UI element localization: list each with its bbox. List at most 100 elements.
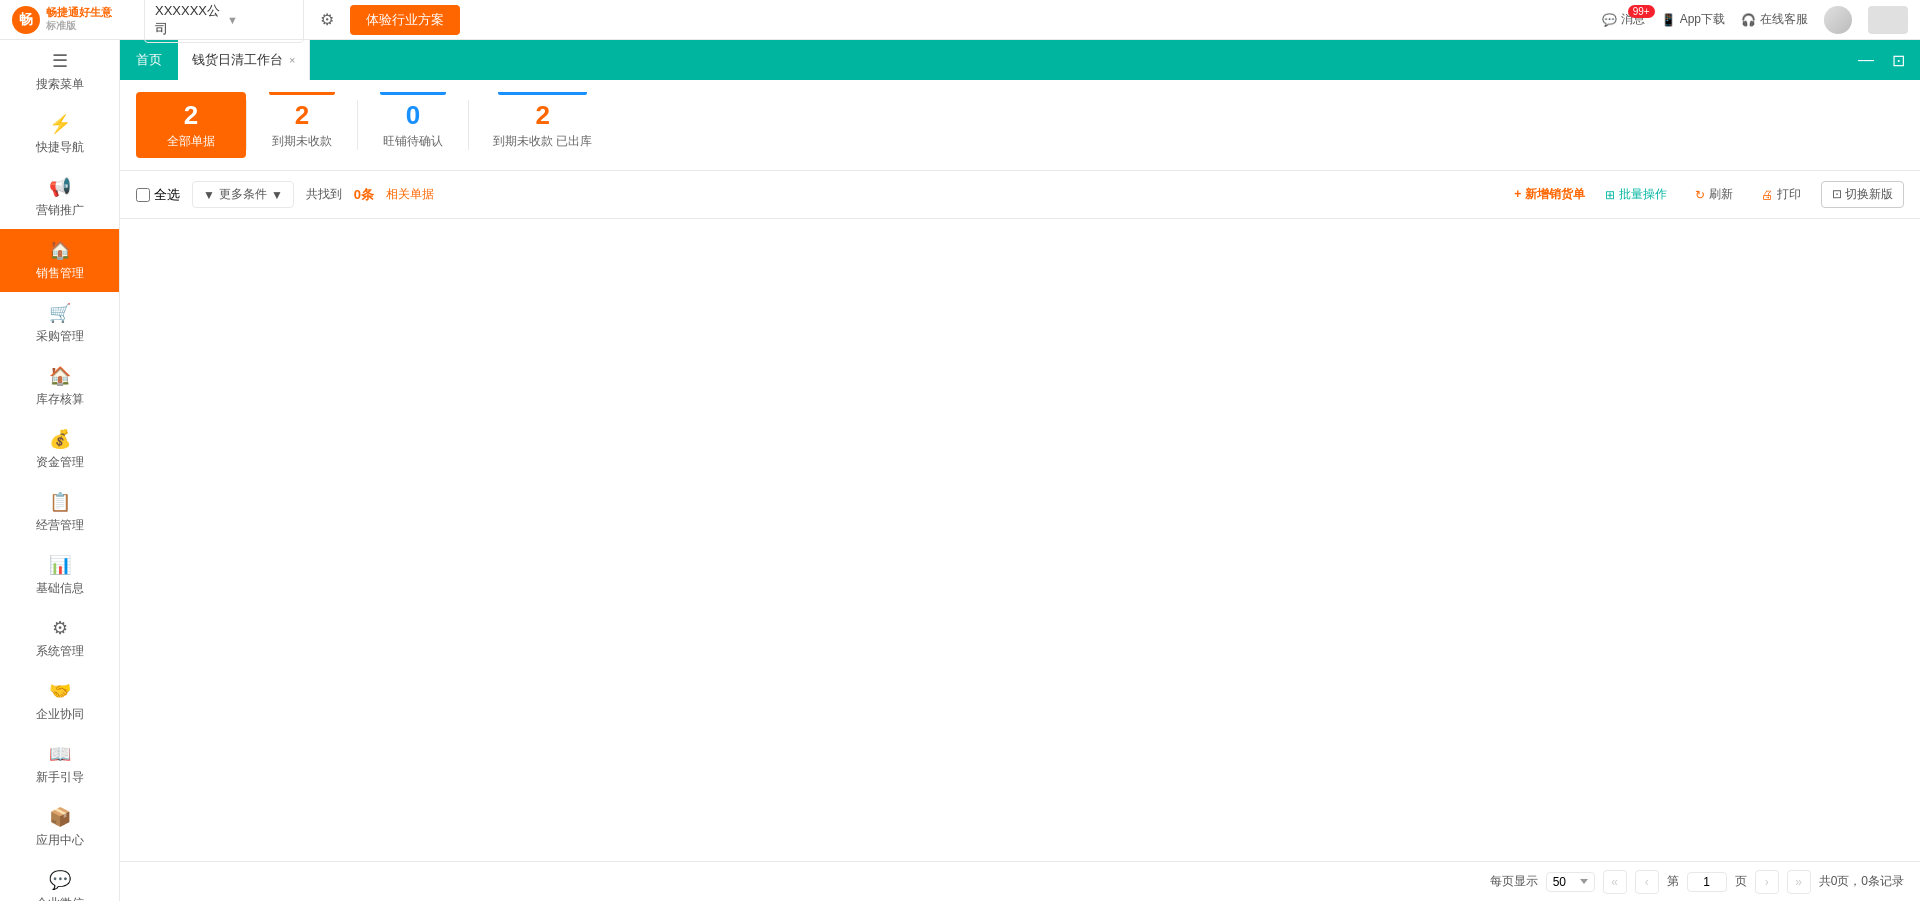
- message-button[interactable]: 💬 消息 99+: [1602, 11, 1645, 28]
- refresh-button[interactable]: ↻ 刷新: [1687, 182, 1741, 207]
- print-icon: 🖨: [1761, 188, 1773, 202]
- avatar[interactable]: [1824, 6, 1852, 34]
- last-page-button[interactable]: »: [1787, 870, 1811, 894]
- app-download-button[interactable]: 📱 App下载: [1661, 11, 1725, 28]
- per-page-select[interactable]: 50 20 100: [1546, 872, 1595, 892]
- tab-qianhuoringjing[interactable]: 钱货日清工作台 ×: [178, 40, 310, 80]
- card-border-2: [380, 92, 446, 95]
- experience-button[interactable]: 体验行业方案: [350, 5, 460, 35]
- online-service-label: 在线客服: [1760, 11, 1808, 28]
- per-page-label: 每页显示: [1490, 873, 1538, 890]
- sidebar-label-system: 系统管理: [36, 643, 84, 660]
- service-icon: 🎧: [1741, 13, 1756, 27]
- settings-button[interactable]: ⚙: [312, 5, 342, 35]
- sidebar-item-purchase[interactable]: 🛒采购管理: [0, 292, 119, 355]
- online-service-button[interactable]: 🎧 在线客服: [1741, 11, 1808, 28]
- company-name: XXXXXX公司: [155, 2, 221, 38]
- phone-icon: 📱: [1661, 13, 1676, 27]
- sidebar-item-finance[interactable]: 💰资金管理: [0, 418, 119, 481]
- sidebar-label-operations: 经营管理: [36, 517, 84, 534]
- total-text: 共0页，0条记录: [1819, 873, 1904, 890]
- table-area: [120, 219, 1920, 861]
- gear-icon: ⚙: [320, 10, 334, 29]
- sidebar-icon-search-menu: ☰: [52, 50, 68, 72]
- switch-version-button[interactable]: ⊡ 切换新版: [1821, 181, 1904, 208]
- sidebar-item-app-center[interactable]: 📦 应用中心: [0, 796, 119, 859]
- message-icon: 💬: [1602, 13, 1617, 27]
- more-filter-button[interactable]: ▼ 更多条件 ▼: [192, 181, 294, 208]
- card-number-0: 2: [184, 100, 198, 131]
- layout: ☰ 搜索菜单 ⚡ 快捷导航 📢营销推广🏠销售管理🛒采购管理🏠库存核算💰资金管理📋经营管理…: [0, 40, 1920, 901]
- prev-page-button[interactable]: ‹: [1635, 870, 1659, 894]
- sidebar-item-quick-nav[interactable]: ⚡ 快捷导航: [0, 103, 119, 166]
- sidebar-icon-cooperation: 🤝: [49, 680, 71, 702]
- user-name-area: [1868, 6, 1908, 34]
- company-selector[interactable]: XXXXXX公司 ▼: [144, 0, 304, 43]
- page-suffix: 页: [1735, 873, 1747, 890]
- card-label-0: 全部单据: [167, 133, 215, 150]
- sidebar-item-system[interactable]: ⚙ 系统管理: [0, 607, 119, 670]
- right-area: 首页 钱货日清工作台 × — ⊡ 2 全部单据 2 到期未收款 0 旺: [120, 40, 1920, 901]
- select-all-checkbox[interactable]: [136, 188, 150, 202]
- sidebar-item-sales[interactable]: 🏠销售管理: [0, 229, 119, 292]
- main-content: 2 全部单据 2 到期未收款 0 旺铺待确认 2 到期未收款 已出库 全选 ▼: [120, 80, 1920, 901]
- related-link[interactable]: 相关单据: [386, 186, 434, 203]
- next-page-button[interactable]: ›: [1755, 870, 1779, 894]
- sidebar-item-guide[interactable]: 📖新手引导: [0, 733, 119, 796]
- toolbar-right: + 新增销货单 ⊞ 批量操作 ↻ 刷新 🖨 打印 ⊡: [1514, 181, 1904, 208]
- sidebar-label-search-menu: 搜索菜单: [36, 76, 84, 93]
- summary-card-1[interactable]: 2 到期未收款: [247, 92, 357, 158]
- summary-card-0[interactable]: 2 全部单据: [136, 92, 246, 158]
- refresh-label: 刷新: [1709, 186, 1733, 203]
- card-label-2: 旺铺待确认: [383, 133, 443, 150]
- sidebar-item-wechat[interactable]: 💬 企业微信: [0, 859, 119, 901]
- filter-label: 更多条件: [219, 186, 267, 203]
- sidebar: ☰ 搜索菜单 ⚡ 快捷导航 📢营销推广🏠销售管理🛒采购管理🏠库存核算💰资金管理📋经营管理…: [0, 40, 120, 901]
- select-all-area[interactable]: 全选: [136, 186, 180, 204]
- batch-button[interactable]: ⊞ 批量操作: [1597, 182, 1675, 207]
- sidebar-icon-wechat: 💬: [49, 869, 71, 891]
- logo-name: 畅捷通好生意: [46, 6, 112, 19]
- avatar-image: [1824, 6, 1852, 34]
- found-text: 共找到: [306, 186, 342, 203]
- sidebar-icon-app-center: 📦: [49, 806, 71, 828]
- tab-restore-button[interactable]: ⊡: [1884, 46, 1912, 74]
- tab-home[interactable]: 首页: [120, 40, 178, 80]
- summary-card-2[interactable]: 0 旺铺待确认: [358, 92, 468, 158]
- sidebar-icon-sales: 🏠: [49, 239, 71, 261]
- tabs-bar: 首页 钱货日清工作台 × — ⊡: [120, 40, 1920, 80]
- card-label-3: 到期未收款 已出库: [493, 133, 592, 150]
- summary-card-3[interactable]: 2 到期未收款 已出库: [469, 92, 616, 158]
- card-border-0: [158, 92, 224, 95]
- tab-label: 钱货日清工作台: [192, 51, 283, 69]
- page-input[interactable]: [1687, 872, 1727, 892]
- select-all-label: 全选: [154, 186, 180, 204]
- sidebar-item-search-menu[interactable]: ☰ 搜索菜单: [0, 40, 119, 103]
- print-button[interactable]: 🖨 打印: [1753, 182, 1809, 207]
- new-sale-button[interactable]: + 新增销货单: [1514, 186, 1584, 203]
- sidebar-item-cooperation[interactable]: 🤝企业协同: [0, 670, 119, 733]
- sidebar-item-inventory[interactable]: 🏠库存核算: [0, 355, 119, 418]
- sidebar-item-base-info[interactable]: 📊基础信息: [0, 544, 119, 607]
- tab-close-icon[interactable]: ×: [289, 54, 295, 66]
- sidebar-icon-finance: 💰: [49, 428, 71, 450]
- message-badge: 99+: [1628, 5, 1655, 18]
- sidebar-label-wechat: 企业微信: [36, 895, 84, 901]
- sidebar-icon-guide: 📖: [49, 743, 71, 765]
- sidebar-item-operations[interactable]: 📋经营管理: [0, 481, 119, 544]
- sidebar-icon-system: ⚙: [52, 617, 68, 639]
- sidebar-item-marketing[interactable]: 📢营销推广: [0, 166, 119, 229]
- sidebar-label-app-center: 应用中心: [36, 832, 84, 849]
- summary-cards: 2 全部单据 2 到期未收款 0 旺铺待确认 2 到期未收款 已出库: [120, 80, 1920, 171]
- batch-icon: ⊞: [1605, 188, 1615, 202]
- card-border-1: [269, 92, 335, 95]
- logo-sub: 标准版: [46, 19, 112, 33]
- tab-minimize-button[interactable]: —: [1852, 46, 1880, 74]
- sidebar-label-quick-nav: 快捷导航: [36, 139, 84, 156]
- print-label: 打印: [1777, 186, 1801, 203]
- first-page-button[interactable]: «: [1603, 870, 1627, 894]
- card-border-3: [498, 92, 586, 95]
- sidebar-icon-purchase: 🛒: [49, 302, 71, 324]
- filter-dropdown-icon: ▼: [271, 188, 283, 202]
- sidebar-icon-quick-nav: ⚡: [49, 113, 71, 135]
